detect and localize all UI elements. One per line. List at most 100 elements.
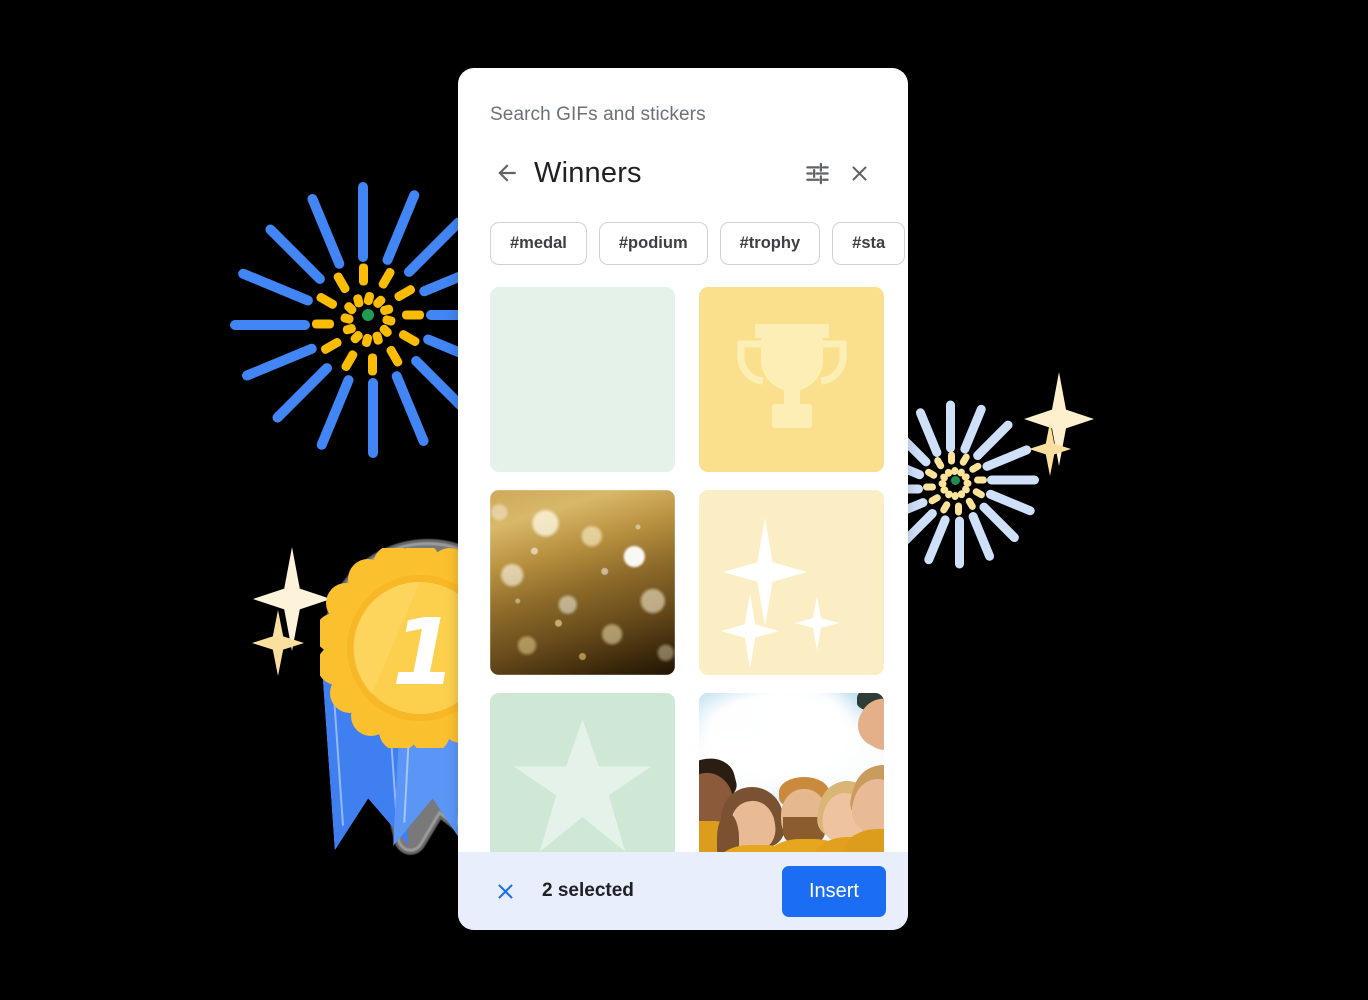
glitter-specks <box>490 490 675 675</box>
search-label[interactable]: Search GIFs and stickers <box>458 68 908 126</box>
firework-inner-dash <box>392 283 417 303</box>
firework-ray <box>958 403 988 455</box>
tile-trophy-sticker[interactable] <box>699 287 884 472</box>
chip-trophy[interactable]: #trophy <box>719 222 821 265</box>
firework-inner-dash <box>381 314 397 327</box>
close-icon <box>497 883 513 899</box>
firework-inner-dash <box>361 333 374 348</box>
firework-inner-dash <box>957 489 966 499</box>
close-icon <box>851 165 867 181</box>
tune-icon <box>805 162 829 184</box>
firework-inner-dash <box>937 479 948 489</box>
firework-inner-dash <box>960 484 972 495</box>
close-button[interactable] <box>838 152 880 194</box>
firework-ray <box>401 215 466 279</box>
firework-ray <box>981 444 1033 473</box>
back-button[interactable] <box>486 152 528 194</box>
firework-ray <box>263 222 327 287</box>
firework-inner-dash <box>397 328 421 348</box>
svg-text:1: 1 <box>392 599 456 706</box>
firework-inner-dash <box>955 467 967 478</box>
firework-inner-dash <box>315 291 339 311</box>
firework-ray <box>368 378 378 458</box>
clear-selection-button[interactable] <box>484 870 526 912</box>
firework-inner-dash <box>371 294 388 310</box>
firework-inner-dash <box>950 491 960 501</box>
photo-content <box>699 693 884 852</box>
firework-inner-dash <box>960 472 971 482</box>
tile-gold-glitter-gif[interactable] <box>490 490 675 675</box>
firework-ray <box>914 406 943 459</box>
gold-sparkle <box>1029 422 1071 476</box>
cream-sparkle <box>1024 372 1094 466</box>
selection-action-bar: 2 selected Insert <box>458 852 908 930</box>
firework-ray <box>240 342 319 383</box>
firework-inner-dash <box>932 455 946 471</box>
firework-inner-dash <box>943 489 955 500</box>
firework-ray <box>955 516 964 569</box>
gif-picker-dialog: Search GIFs and stickers Winners #medal … <box>458 68 908 930</box>
firework-inner-dash <box>362 291 375 306</box>
firework-inner-dash <box>974 476 987 484</box>
firework-ray <box>977 500 1021 544</box>
filter-button[interactable] <box>796 152 838 194</box>
firework-inner-dash <box>319 336 344 356</box>
firework-ray <box>358 182 368 262</box>
chip-star[interactable]: #sta <box>832 222 906 265</box>
dialog-header: Winners <box>458 126 908 194</box>
tag-chip-list: #medal #podium #trophy #sta <box>458 194 908 265</box>
firework-inner-dash <box>312 319 334 329</box>
firework-inner-dash <box>379 303 395 316</box>
firework-inner-dash <box>352 293 365 309</box>
firework-inner-dash <box>368 353 377 376</box>
firework-inner-dash <box>377 323 394 339</box>
firework-inner-dash <box>958 452 971 468</box>
firework-inner-dash <box>377 266 396 291</box>
firework-inner-dash <box>944 468 953 478</box>
arrow-left-icon <box>498 164 516 182</box>
firework-inner-dash <box>342 300 359 316</box>
firework-inner-dash <box>939 499 952 515</box>
gold-sparkle <box>252 610 304 676</box>
page-title: Winners <box>534 156 642 189</box>
firework-ray <box>946 400 955 453</box>
firework-inner-dash <box>950 466 960 476</box>
tile-celebrating-people-photo[interactable] <box>699 693 884 852</box>
sticker-grid <box>458 265 908 852</box>
firework-core <box>950 475 960 485</box>
firework-ray <box>236 267 315 308</box>
sparkle-large-icon <box>723 518 807 626</box>
firework-inner-dash <box>371 330 384 346</box>
firework-ray <box>230 320 310 330</box>
firework-inner-dash <box>938 472 950 483</box>
firework-inner-dash <box>385 344 404 368</box>
person-6 <box>850 693 884 758</box>
tile-star-sticker[interactable] <box>490 693 675 852</box>
sparkle-small-icon <box>795 596 839 650</box>
trophy-icon <box>737 323 846 428</box>
firework-inner-dash <box>402 310 424 320</box>
tile-blank-green-sticker[interactable] <box>490 287 675 472</box>
insert-button[interactable]: Insert <box>781 865 886 917</box>
firework-ray <box>987 475 1039 485</box>
firework-inner-dash <box>971 486 987 500</box>
firework-inner-dash <box>341 323 357 336</box>
person-5 <box>843 757 884 852</box>
firework-core <box>362 309 374 321</box>
chip-medal[interactable]: #medal <box>490 222 587 265</box>
tile-sparkles-sticker[interactable] <box>699 490 884 675</box>
firework-ray <box>984 488 1037 517</box>
selected-count-label: 2 selected <box>542 880 634 901</box>
firework-inner-dash <box>955 502 962 516</box>
firework-ray <box>971 418 1015 462</box>
firework-ray <box>270 361 335 425</box>
chip-podium[interactable]: #podium <box>598 222 708 265</box>
sparkle-medium-icon <box>721 594 779 668</box>
firework-inner-dash <box>923 467 939 481</box>
firework-ray <box>390 369 431 448</box>
firework-inner-dash <box>948 451 955 465</box>
screenshot-stage: 1 Search GIFs and stickers Winners #meda… <box>0 0 1368 1000</box>
firework-inner-dash <box>967 461 983 474</box>
firework-inner-dash <box>348 329 365 345</box>
firework-ray <box>315 373 356 452</box>
